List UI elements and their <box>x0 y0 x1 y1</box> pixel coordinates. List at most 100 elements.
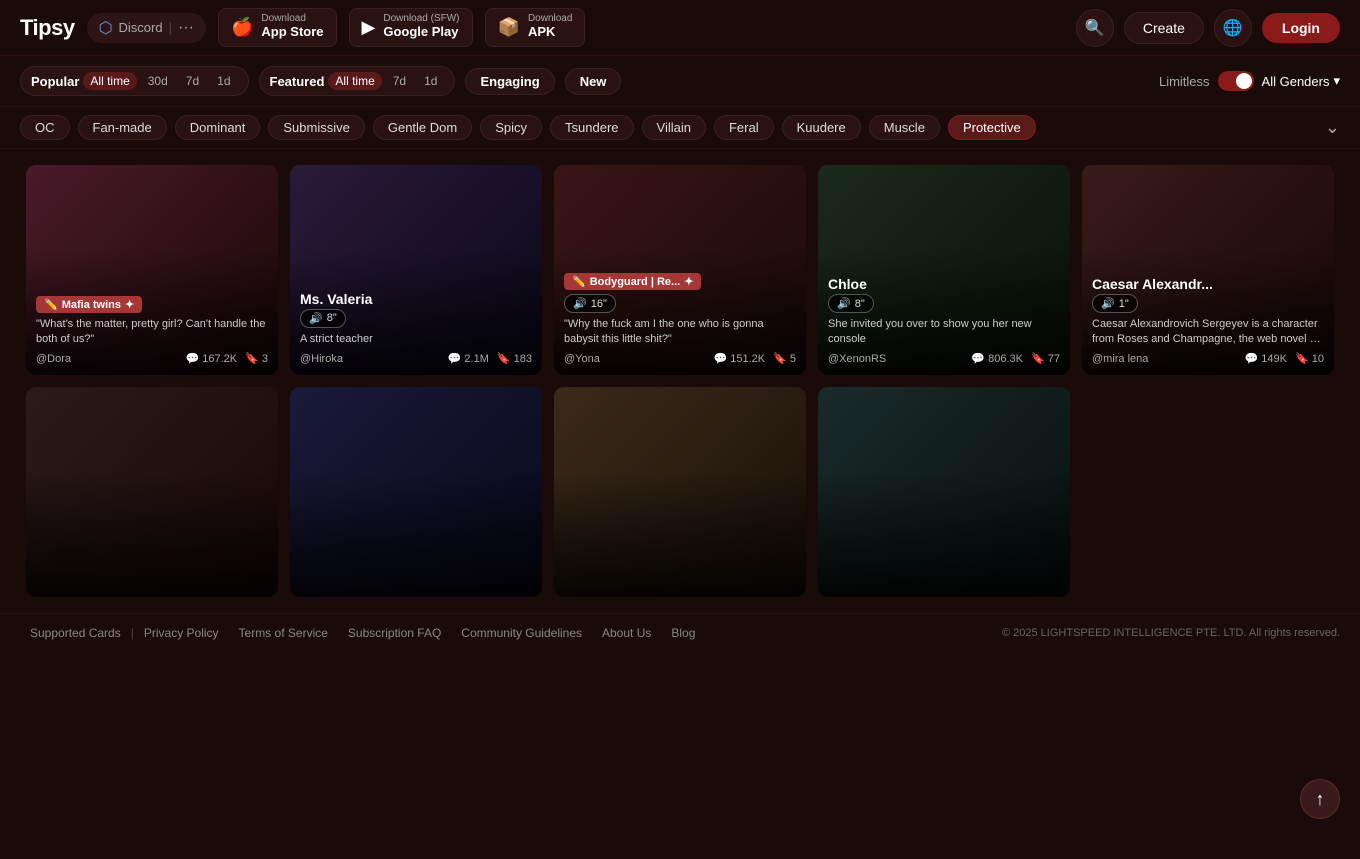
filter-engaging[interactable]: Engaging <box>465 68 554 95</box>
download-apk-top: Download <box>528 14 572 24</box>
tag-pill-protective[interactable]: Protective <box>948 115 1036 140</box>
tag-pill-spicy[interactable]: Spicy <box>480 115 542 140</box>
discord-link[interactable]: ⬡ Discord | ··· <box>87 13 206 43</box>
card-item[interactable] <box>818 387 1070 597</box>
card-voice-badge: 🔊 8" <box>300 309 346 328</box>
filter-popular-30d[interactable]: 30d <box>141 72 175 90</box>
card-item[interactable] <box>290 387 542 597</box>
card-saves: 🔖 77 <box>1031 352 1060 365</box>
card-item[interactable]: Ms. Valeria 🔊 8" A strict teacher @Hirok… <box>290 165 542 375</box>
tag-expand-button[interactable]: ⌄ <box>1325 117 1340 138</box>
scroll-top-button[interactable]: ↑ <box>1300 779 1340 819</box>
card-saves: 🔖 10 <box>1295 352 1324 365</box>
discord-icon: ⬡ <box>99 18 113 38</box>
card-item[interactable]: Chloe 🔊 8" She invited you over to show … <box>818 165 1070 375</box>
card-content: Ms. Valeria 🔊 8" A strict teacher @Hirok… <box>290 165 542 375</box>
footer-blog[interactable]: Blog <box>661 626 705 640</box>
footer-terms[interactable]: Terms of Service <box>229 626 338 640</box>
card-badge: ✏️ Mafia twins ✦ <box>36 296 142 313</box>
card-chats: 💬 806.3K <box>971 352 1023 365</box>
filter-new[interactable]: New <box>565 68 622 95</box>
tag-pill-fan-made[interactable]: Fan-made <box>78 115 167 140</box>
tag-pill-gentle-dom[interactable]: Gentle Dom <box>373 115 472 140</box>
tag-pill-dominant[interactable]: Dominant <box>175 115 261 140</box>
card-item[interactable]: Caesar Alexandr... 🔊 1" Caesar Alexandro… <box>1082 165 1334 375</box>
footer-community[interactable]: Community Guidelines <box>451 626 592 640</box>
card-stats: 💬 806.3K 🔖 77 <box>971 352 1060 365</box>
tag-pill-kuudere[interactable]: Kuudere <box>782 115 861 140</box>
card-voice-badge: 🔊 1" <box>1092 294 1138 313</box>
footer: Supported Cards | Privacy Policy Terms o… <box>0 613 1360 652</box>
voice-icon: 🔊 <box>837 297 851 310</box>
footer-faq[interactable]: Subscription FAQ <box>338 626 451 640</box>
card-content: Caesar Alexandr... 🔊 1" Caesar Alexandro… <box>1082 165 1334 375</box>
chevron-down-icon: ▾ <box>1333 73 1340 89</box>
card-footer: @XenonRS 💬 806.3K 🔖 77 <box>828 352 1060 365</box>
card-name: Chloe <box>828 276 1060 292</box>
scroll-top-icon: ↑ <box>1316 789 1325 810</box>
apple-icon: 🍎 <box>231 17 253 38</box>
tag-pill-tsundere[interactable]: Tsundere <box>550 115 633 140</box>
footer-about[interactable]: About Us <box>592 626 661 640</box>
card-item[interactable] <box>554 387 806 597</box>
card-item[interactable]: ✏️ Mafia twins ✦ "What's the matter, pre… <box>26 165 278 375</box>
badge-icon: ✏️ <box>44 298 58 311</box>
download-apk-button[interactable]: 📦 Download APK <box>485 8 586 47</box>
footer-privacy-policy[interactable]: Privacy Policy <box>134 626 229 640</box>
logo[interactable]: Tipsy <box>20 15 75 41</box>
card-stats: 💬 149K 🔖 10 <box>1245 352 1324 365</box>
download-appstore-top: Download <box>261 14 323 24</box>
filter-popular-alltime[interactable]: All time <box>83 72 136 90</box>
card-item[interactable] <box>26 387 278 597</box>
card-content <box>818 387 1070 597</box>
voice-count: 16" <box>591 298 607 310</box>
card-content <box>554 387 806 597</box>
filter-featured-alltime[interactable]: All time <box>328 72 381 90</box>
tag-pill-feral[interactable]: Feral <box>714 115 774 140</box>
card-info: Caesar Alexandr... 🔊 1" Caesar Alexandro… <box>1092 276 1324 365</box>
filter-featured-1d[interactable]: 1d <box>417 72 444 90</box>
download-appstore-button[interactable]: 🍎 Download App Store <box>218 8 337 47</box>
card-author: @Hiroka <box>300 353 343 365</box>
all-genders-filter[interactable]: All Genders ▾ <box>1262 73 1340 89</box>
filter-bar-top: Popular All time 30d 7d 1d Featured All … <box>0 56 1360 107</box>
search-button[interactable]: 🔍 <box>1076 9 1114 47</box>
language-button[interactable]: 🌐 <box>1214 9 1252 47</box>
download-appstore-bot: App Store <box>261 24 323 41</box>
filter-popular-1d[interactable]: 1d <box>210 72 237 90</box>
tag-pill-villain[interactable]: Villain <box>642 115 706 140</box>
download-google-top: Download (SFW) <box>383 14 459 24</box>
card-footer: @Dora 💬 167.2K 🔖 3 <box>36 352 268 365</box>
card-author: @Yona <box>564 353 600 365</box>
search-icon: 🔍 <box>1085 18 1105 38</box>
voice-count: 8" <box>855 298 865 310</box>
card-info: Ms. Valeria 🔊 8" A strict teacher @Hirok… <box>300 291 532 365</box>
footer-supported-cards[interactable]: Supported Cards <box>20 626 131 640</box>
apk-icon: 📦 <box>498 17 520 38</box>
google-play-icon: ▶ <box>362 17 376 38</box>
discord-label: Discord <box>119 20 163 35</box>
card-content: ✏️ Mafia twins ✦ "What's the matter, pre… <box>26 165 278 375</box>
voice-icon: 🔊 <box>1101 297 1115 310</box>
filter-popular-group[interactable]: Popular All time 30d 7d 1d <box>20 66 249 96</box>
card-saves: 🔖 5 <box>773 352 796 365</box>
header-divider: | <box>169 20 172 35</box>
voice-count: 1" <box>1119 298 1129 310</box>
tag-pill-muscle[interactable]: Muscle <box>869 115 940 140</box>
card-info: ✏️ Mafia twins ✦ "What's the matter, pre… <box>36 295 268 365</box>
login-button[interactable]: Login <box>1262 13 1340 43</box>
card-item[interactable]: ✏️ Bodyguard | Re... ✦ 🔊 16" "Why the fu… <box>554 165 806 375</box>
filter-featured-label: Featured <box>270 74 325 89</box>
card-content <box>26 387 278 597</box>
more-button[interactable]: ··· <box>178 19 194 37</box>
filter-featured-7d[interactable]: 7d <box>386 72 413 90</box>
create-button[interactable]: Create <box>1124 12 1204 44</box>
voice-icon: 🔊 <box>309 312 323 325</box>
filter-popular-7d[interactable]: 7d <box>179 72 206 90</box>
limitless-toggle[interactable] <box>1218 71 1254 91</box>
tag-pill-oc[interactable]: OC <box>20 115 70 140</box>
tag-pill-submissive[interactable]: Submissive <box>268 115 364 140</box>
download-google-button[interactable]: ▶ Download (SFW) Google Play <box>349 8 473 47</box>
filter-featured-group[interactable]: Featured All time 7d 1d <box>259 66 456 96</box>
card-desc: She invited you over to show you her new… <box>828 317 1060 346</box>
